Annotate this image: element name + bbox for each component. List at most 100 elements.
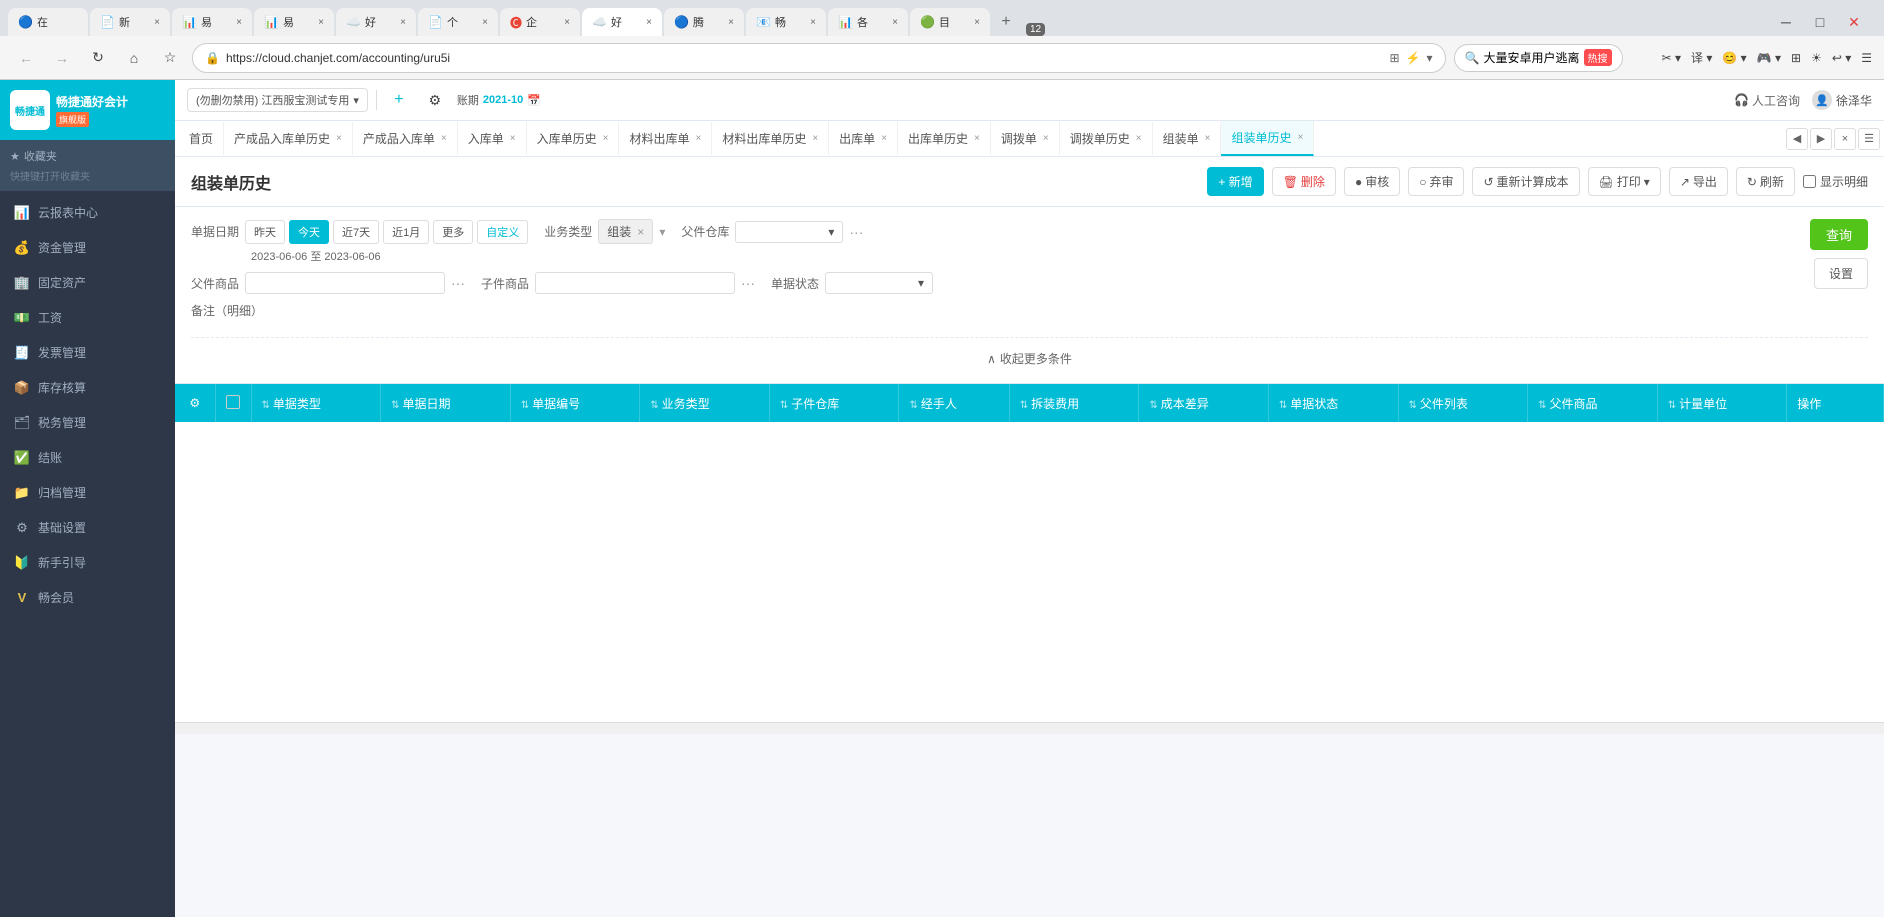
sidebar-item-vip[interactable]: V 畅会员 [0, 580, 175, 615]
nav-tab-mat-out[interactable]: 材料出库单 × [619, 122, 712, 155]
th-bill-date[interactable]: ⇅单据日期 [381, 384, 511, 422]
translate-btn[interactable]: 译 ▾ [1691, 49, 1712, 66]
delete-btn[interactable]: 🗑 删除 [1272, 167, 1336, 196]
game-btn[interactable]: 🎮 ▾ [1757, 51, 1781, 65]
audit-btn[interactable]: ● 审核 [1344, 167, 1400, 196]
new-tab-button[interactable]: + [992, 8, 1020, 36]
biz-type-dropdown[interactable]: ▾ [659, 225, 665, 239]
tab-close-icon[interactable]: × [1297, 132, 1303, 143]
query-btn[interactable]: 查询 [1810, 219, 1868, 250]
browser-tab-1[interactable]: 🔵 在 [8, 8, 88, 36]
tab-close-icon[interactable]: × [881, 133, 887, 144]
status-dropdown[interactable]: ▾ [825, 272, 933, 294]
scissors-btn[interactable]: ✂ ▾ [1662, 51, 1681, 65]
nav-tab-mat-out-history[interactable]: 材料出库单历史 × [712, 122, 829, 155]
browser-tab-5[interactable]: ☁️ 好 × [336, 8, 416, 36]
sidebar-item-guide[interactable]: 🔰 新手引导 [0, 545, 175, 580]
nav-tab-home[interactable]: 首页 [179, 122, 224, 155]
nav-tab-out-history[interactable]: 出库单历史 × [898, 122, 991, 155]
th-parent-list[interactable]: ⇅父件列表 [1398, 384, 1528, 422]
th-disassemble-cost[interactable]: ⇅拆装费用 [1009, 384, 1139, 422]
abandon-btn[interactable]: ○ 弃审 [1408, 167, 1464, 196]
help-btn[interactable]: 🎧 人工咨询 [1734, 92, 1800, 109]
home-btn[interactable]: ⌂ [120, 44, 148, 72]
new-btn[interactable]: + 新增 [1207, 167, 1263, 196]
minimize-btn[interactable]: ─ [1772, 8, 1800, 36]
company-settings-btn[interactable]: ⚙ [421, 86, 449, 114]
th-bill-no[interactable]: ⇅单据编号 [510, 384, 640, 422]
lightning-icon[interactable]: ⚡ [1406, 51, 1421, 65]
tabs-prev-btn[interactable]: ◀ [1786, 128, 1808, 150]
nav-tab-transfer-history[interactable]: 调拨单历史 × [1060, 122, 1153, 155]
th-checkbox[interactable] [215, 384, 251, 422]
browser-tab-4[interactable]: 📊 易 × [254, 8, 334, 36]
date-btn-1month[interactable]: 近1月 [383, 220, 429, 244]
qr-icon[interactable]: ⊞ [1390, 51, 1400, 65]
th-cost-diff[interactable]: ⇅成本差异 [1139, 384, 1269, 422]
date-btn-custom[interactable]: 自定义 [477, 220, 528, 244]
nav-tab-in-history[interactable]: 入库单历史 × [527, 122, 620, 155]
th-parent-goods[interactable]: ⇅父件商品 [1528, 384, 1658, 422]
nav-tab-ccp-in-history[interactable]: 产成品入库单历史 × [224, 122, 353, 155]
undo-btn[interactable]: ↩ ▾ [1832, 51, 1851, 65]
tab-close-icon[interactable]: × [441, 133, 447, 144]
tabs-menu-btn[interactable]: ☰ [1858, 128, 1880, 150]
browser-tab-7[interactable]: 🅒 企 × [500, 8, 580, 36]
sidebar-item-invoice[interactable]: 🧾 发票管理 [0, 335, 175, 370]
calendar-icon[interactable]: 📅 [527, 94, 541, 107]
tab-close-icon[interactable]: × [695, 133, 701, 144]
th-biz-type[interactable]: ⇅业务类型 [640, 384, 770, 422]
sidebar-item-assets[interactable]: 🏢 固定资产 [0, 265, 175, 300]
browser-tab-9[interactable]: 🔵 腾 × [664, 8, 744, 36]
browser-tab-12[interactable]: 🟢 目 × [910, 8, 990, 36]
nav-tab-ccp-in[interactable]: 产成品入库单 × [353, 122, 458, 155]
back-btn[interactable]: ← [12, 44, 40, 72]
address-bar[interactable]: 🔒 https://cloud.chanjet.com/accounting/u… [192, 43, 1446, 73]
sidebar-item-settings[interactable]: ⚙ 基础设置 [0, 510, 175, 545]
th-handler[interactable]: ⇅经手人 [899, 384, 1009, 422]
reload-btn[interactable]: ↻ [84, 44, 112, 72]
grid-btn[interactable]: ⊞ [1791, 51, 1801, 65]
filter-more-dots[interactable]: ··· [849, 224, 863, 240]
show-details-input[interactable] [1803, 175, 1816, 188]
browser-tab-6[interactable]: 📄 个 × [418, 8, 498, 36]
print-btn[interactable]: 🖨 打印 ▾ [1588, 167, 1661, 196]
date-btn-yesterday[interactable]: 昨天 [245, 220, 285, 244]
browser-tab-11[interactable]: 📊 各 × [828, 8, 908, 36]
parent-goods-input[interactable] [245, 272, 445, 294]
nav-tab-in[interactable]: 入库单 × [458, 122, 527, 155]
sidebar-item-closing[interactable]: ✅ 结账 [0, 440, 175, 475]
sidebar-item-funds[interactable]: 💰 资金管理 [0, 230, 175, 265]
horizontal-scrollbar[interactable] [175, 722, 1884, 734]
nav-tab-assemble-history[interactable]: 组装单历史 × [1221, 121, 1314, 156]
export-btn[interactable]: ↗ 导出 [1669, 167, 1728, 196]
maximize-btn[interactable]: □ [1806, 8, 1834, 36]
sidebar-favorites[interactable]: ★ 收藏夹 快捷键打开收藏夹 [0, 140, 175, 191]
tab-close-icon[interactable]: × [1205, 133, 1211, 144]
biz-type-remove[interactable]: × [637, 225, 644, 239]
date-btn-more[interactable]: 更多 [433, 220, 473, 244]
tab-close-icon[interactable]: × [1043, 133, 1049, 144]
nav-tab-out[interactable]: 出库单 × [829, 122, 898, 155]
th-bill-type[interactable]: ⇅单据类型 [251, 384, 381, 422]
close-btn[interactable]: ✕ [1840, 8, 1868, 36]
parent-warehouse-dropdown[interactable]: ▾ [735, 221, 843, 243]
sidebar-item-salary[interactable]: 💵 工资 [0, 300, 175, 335]
parent-goods-more[interactable]: ··· [451, 275, 465, 291]
date-btn-7days[interactable]: 近7天 [333, 220, 379, 244]
tab-close-icon[interactable]: × [603, 133, 609, 144]
child-goods-input[interactable] [535, 272, 735, 294]
tabs-close-btn[interactable]: × [1834, 128, 1856, 150]
sidebar-item-inventory[interactable]: 📦 库存核算 [0, 370, 175, 405]
tab-close-icon[interactable]: × [812, 133, 818, 144]
company-selector[interactable]: (勿删勿禁用) 江西服宝测试专用 ▾ [187, 88, 368, 112]
browser-tab-8[interactable]: ☁️ 好 × [582, 8, 662, 36]
show-details-checkbox[interactable]: 显示明细 [1803, 173, 1868, 190]
emoji-btn[interactable]: 😊 ▾ [1722, 51, 1746, 65]
nav-tab-assemble[interactable]: 组装单 × [1153, 122, 1222, 155]
tab-close-icon[interactable]: × [974, 133, 980, 144]
th-bill-status[interactable]: ⇅单据状态 [1268, 384, 1398, 422]
tabs-next-btn[interactable]: ▶ [1810, 128, 1832, 150]
collapse-btn[interactable]: ∧ 收起更多条件 [971, 346, 1088, 371]
recalculate-btn[interactable]: ↺ 重新计算成本 [1472, 167, 1579, 196]
